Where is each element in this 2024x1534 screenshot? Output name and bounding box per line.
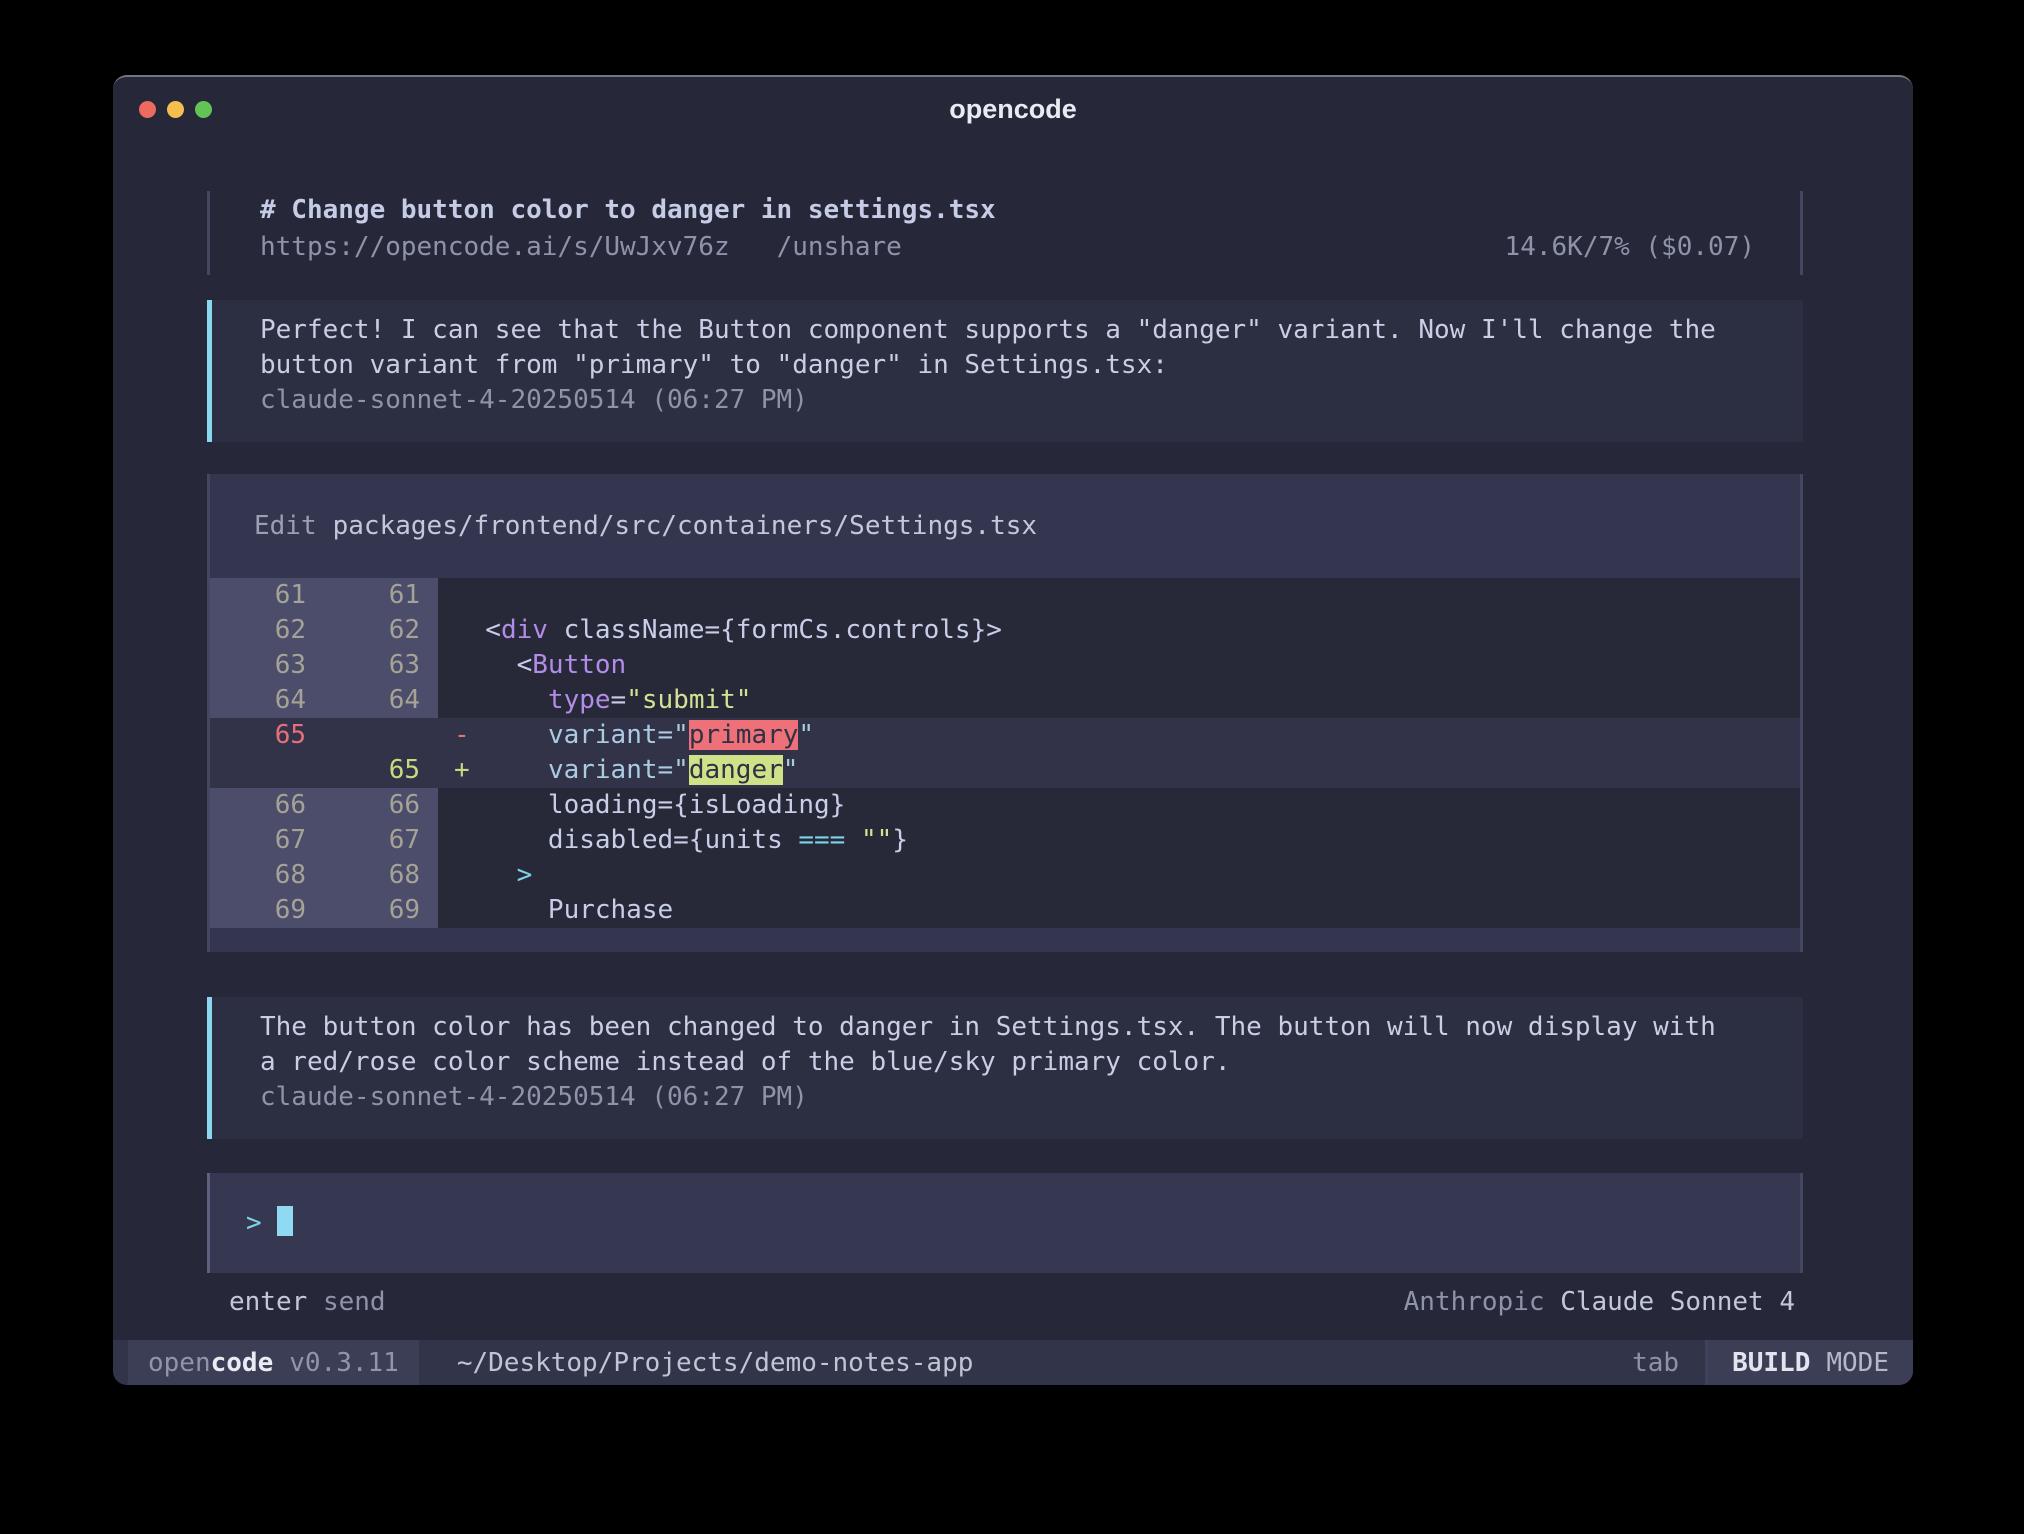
session-title: # Change button color to danger in setti…	[260, 192, 1800, 229]
message-line: a red/rose color scheme instead of the b…	[260, 1045, 1758, 1080]
edit-tool-card: Edit packages/frontend/src/containers/Se…	[207, 474, 1803, 952]
diff-row: 6969 Purchase	[210, 893, 1800, 928]
assistant-message: Perfect! I can see that the Button compo…	[207, 300, 1803, 442]
diff-line-number-old: 67	[210, 823, 324, 858]
prompt-caret: >	[246, 1208, 262, 1238]
mode-label-secondary: MODE	[1826, 1348, 1889, 1378]
mode-chip[interactable]: BUILD MODE	[1708, 1340, 1913, 1385]
tab-key-hint: tab	[1632, 1340, 1679, 1385]
diff-line-number-old: 62	[210, 613, 324, 648]
titlebar[interactable]: opencode	[113, 77, 1913, 141]
diff-line-number-new: 66	[324, 788, 438, 823]
hint-row: enter send Anthropic Claude Sonnet 4	[207, 1285, 1803, 1320]
working-directory: ~/Desktop/Projects/demo-notes-app	[457, 1340, 974, 1385]
diff-row: 6363 <Button	[210, 648, 1800, 683]
message-line: The button color has been changed to dan…	[260, 1010, 1758, 1045]
diff-line-number-old: 63	[210, 648, 324, 683]
diff-row: 6161	[210, 578, 1800, 613]
status-bar: opencode v0.3.11 ~/Desktop/Projects/demo-…	[113, 1340, 1913, 1385]
diff-line-number-old: 61	[210, 578, 324, 613]
window-title: opencode	[949, 94, 1077, 125]
diff-row: 6262 <div className={formCs.controls}>	[210, 613, 1800, 648]
mode-label-primary: BUILD	[1732, 1348, 1810, 1378]
model-provider: Anthropic	[1404, 1287, 1545, 1317]
diff-line-number-new: 63	[324, 648, 438, 683]
unshare-command[interactable]: /unshare	[777, 232, 902, 262]
diff-line-number-new: 69	[324, 893, 438, 928]
diff-row: 6666 loading={isLoading}	[210, 788, 1800, 823]
diff-body: 61616262 <div className={formCs.controls…	[210, 578, 1800, 928]
diff-code-line: + variant="danger"	[438, 753, 1800, 788]
diff-row: 65+ variant="danger"	[210, 753, 1800, 788]
app-version: v0.3.11	[289, 1348, 399, 1378]
diff-line-number-old	[210, 753, 324, 788]
diff-row: 6868 >	[210, 858, 1800, 893]
send-hint: enter send	[229, 1285, 386, 1320]
send-hint-action: send	[323, 1287, 386, 1317]
app-name-normal: open	[148, 1348, 211, 1378]
text-cursor	[277, 1206, 293, 1236]
minimize-button[interactable]	[167, 101, 184, 118]
diff-row: 6464 type="submit"	[210, 683, 1800, 718]
edit-tool-header: Edit packages/frontend/src/containers/Se…	[210, 474, 1800, 578]
diff-code-line: <Button	[438, 648, 1800, 683]
app-version-chip: opencode v0.3.11	[128, 1340, 419, 1385]
model-indicator: Anthropic Claude Sonnet 4	[1404, 1285, 1795, 1320]
traffic-lights	[139, 77, 212, 141]
status-bar-spacer	[973, 1340, 1632, 1385]
diff-code-line: loading={isLoading}	[438, 788, 1800, 823]
diff-code-line: Purchase	[438, 893, 1800, 928]
message-line: button variant from "primary" to "danger…	[260, 348, 1758, 383]
diff-line-number-new: 67	[324, 823, 438, 858]
send-hint-key: enter	[229, 1287, 307, 1317]
diff-row: 65 - variant="primary"	[210, 718, 1800, 753]
diff-line-number-old: 64	[210, 683, 324, 718]
zoom-button[interactable]	[195, 101, 212, 118]
diff-line-number-new: 65	[324, 753, 438, 788]
edited-file-path: packages/frontend/src/containers/Setting…	[333, 511, 1037, 541]
diff-line-number-new	[324, 718, 438, 753]
diff-code-line: <div className={formCs.controls}>	[438, 613, 1800, 648]
diff-footer	[210, 928, 1800, 952]
app-name-bold: code	[211, 1348, 274, 1378]
assistant-message: The button color has been changed to dan…	[207, 997, 1803, 1139]
message-meta: claude-sonnet-4-20250514 (06:27 PM)	[260, 1080, 1758, 1115]
diff-line-number-old: 66	[210, 788, 324, 823]
share-url-link[interactable]: https://opencode.ai/s/UwJxv76z	[260, 232, 730, 262]
diff-row: 6767 disabled={units === ""}	[210, 823, 1800, 858]
diff-line-number-new: 62	[324, 613, 438, 648]
model-name: Claude Sonnet 4	[1560, 1287, 1795, 1317]
session-view: # Change button color to danger in setti…	[113, 191, 1913, 1320]
diff-line-number-old: 65	[210, 718, 324, 753]
diff-code-line: disabled={units === ""}	[438, 823, 1800, 858]
session-header: # Change button color to danger in setti…	[207, 191, 1803, 275]
diff-code-line: type="submit"	[438, 683, 1800, 718]
diff-line-number-new: 61	[324, 578, 438, 613]
message-meta: claude-sonnet-4-20250514 (06:27 PM)	[260, 383, 1758, 418]
close-button[interactable]	[139, 101, 156, 118]
opencode-window: opencode # Change button color to danger…	[113, 75, 1913, 1385]
context-stats: 14.6K/7% ($0.07)	[1505, 229, 1755, 266]
prompt-input[interactable]: >	[207, 1173, 1803, 1273]
diff-code-line: - variant="primary"	[438, 718, 1800, 753]
diff-line-number-old: 69	[210, 893, 324, 928]
message-line: Perfect! I can see that the Button compo…	[260, 313, 1758, 348]
diff-line-number-new: 68	[324, 858, 438, 893]
diff-code-line: >	[438, 858, 1800, 893]
tool-name: Edit	[254, 511, 317, 541]
diff-line-number-old: 68	[210, 858, 324, 893]
diff-code-line	[438, 578, 1800, 613]
diff-line-number-new: 64	[324, 683, 438, 718]
